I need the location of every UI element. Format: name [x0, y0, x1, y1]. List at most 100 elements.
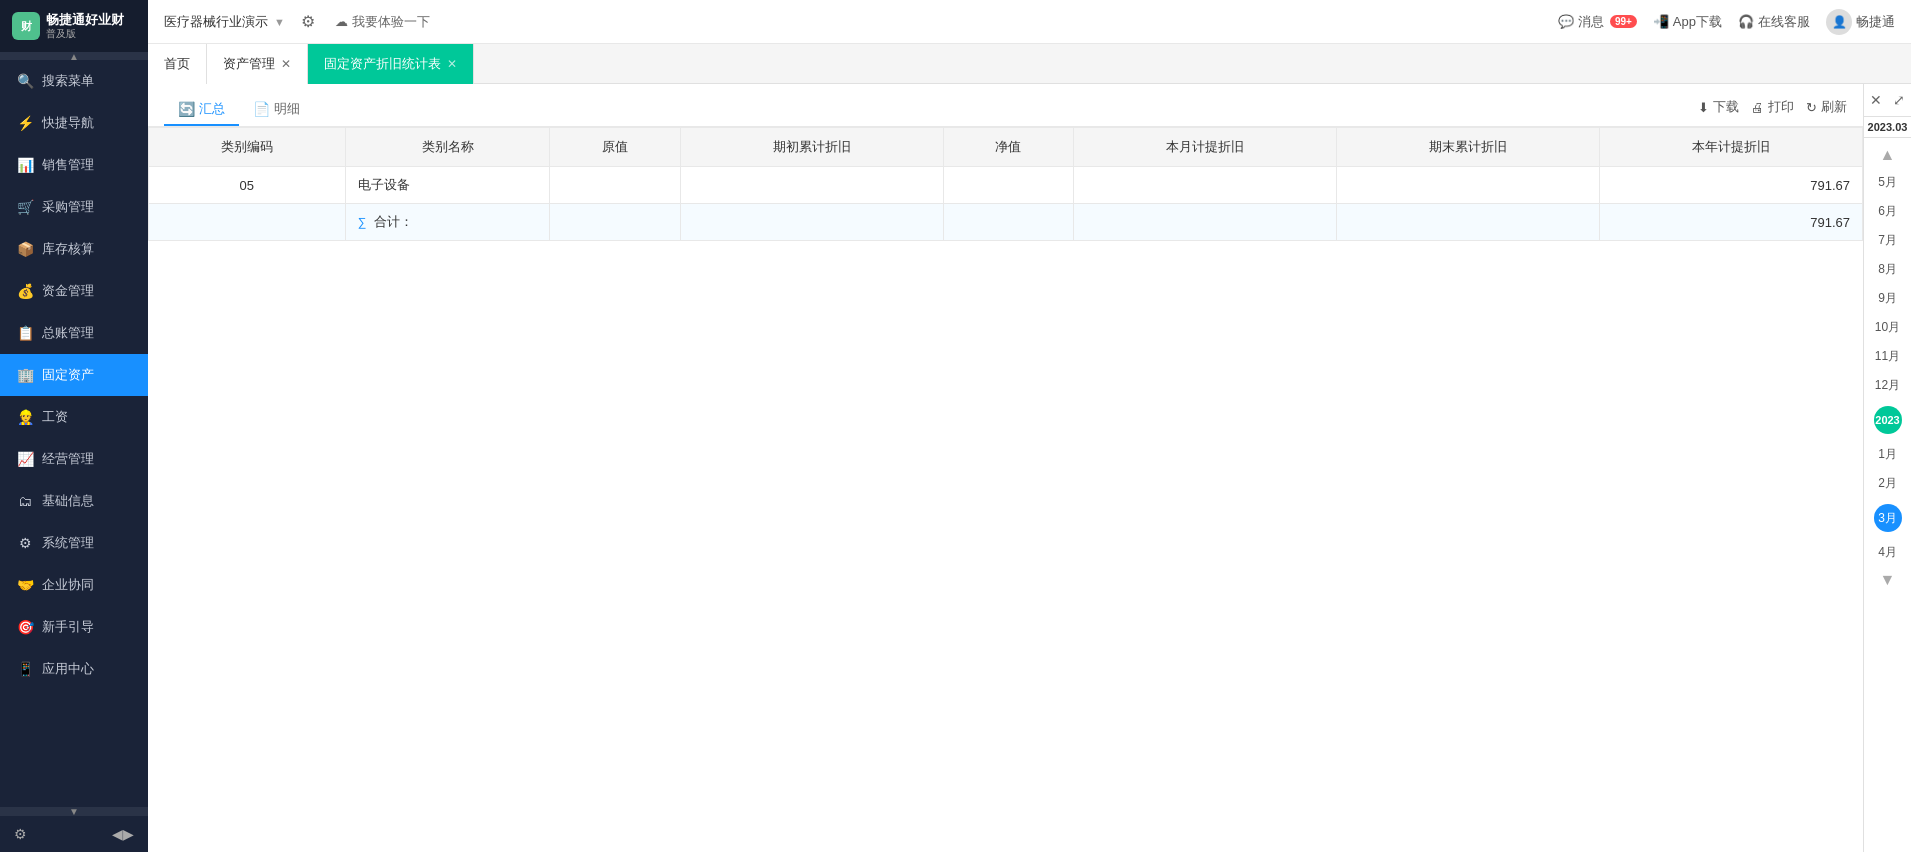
sidebar-item-salary[interactable]: 👷 工资 [0, 396, 148, 438]
month-item-2[interactable]: 2月 [1864, 469, 1911, 498]
content-main: 🔄 汇总 📄 明细 ⬇ 下载 🖨 打印 [148, 84, 1863, 852]
logo-icon: 财 [12, 12, 40, 40]
download-label: 下载 [1713, 98, 1739, 116]
summary-icon: 🔄 [178, 101, 195, 117]
tab-depreciation-label: 固定资产折旧统计表 [324, 55, 441, 73]
download-btn[interactable]: ⬇ 下载 [1698, 98, 1739, 116]
th-period-end: 期末累计折旧 [1336, 128, 1599, 167]
topbar-right: 💬 消息 99+ 📲 App下载 🎧 在线客服 👤 畅捷通 [1558, 9, 1895, 35]
panel-expand-icon[interactable]: ⤢ [1893, 92, 1905, 108]
experience-label: 我要体验一下 [352, 13, 430, 31]
online-service-btn[interactable]: 🎧 在线客服 [1738, 13, 1810, 31]
main-area: 医疗器械行业演示 ▼ ⚙ ☁ 我要体验一下 💬 消息 99+ 📲 App下载 🎧… [148, 0, 1911, 852]
salary-icon: 👷 [16, 409, 34, 425]
settings-bottom-icon[interactable]: ⚙ [14, 826, 27, 842]
app-download-btn[interactable]: 📲 App下载 [1653, 13, 1722, 31]
tab-home[interactable]: 首页 [148, 44, 207, 84]
month-item-9[interactable]: 9月 [1864, 284, 1911, 313]
month-item-1[interactable]: 1月 [1864, 440, 1911, 469]
sidebar-bottom: ⚙ ◀▶ [0, 815, 148, 852]
year-badge-row: 2023 [1864, 400, 1911, 440]
tab-asset-mgmt-close[interactable]: ✕ [281, 57, 291, 71]
total-label: ∑ 合计： [345, 204, 550, 241]
sidebar-item-ledger[interactable]: 📋 总账管理 [0, 312, 148, 354]
total-initial-acc [680, 204, 943, 241]
table-row: 05 电子设备 791.67 [149, 167, 1863, 204]
panel-year-label: 2023.03 [1864, 117, 1911, 138]
tab-depreciation-close[interactable]: ✕ [447, 57, 457, 71]
sidebar-item-system[interactable]: ⚙ 系统管理 [0, 522, 148, 564]
online-service-label: 在线客服 [1758, 13, 1810, 31]
sidebar-item-sales[interactable]: 📊 销售管理 [0, 144, 148, 186]
month-item-10[interactable]: 10月 [1864, 313, 1911, 342]
sidebar-item-appstore[interactable]: 📱 应用中心 [0, 648, 148, 690]
sub-tab-detail[interactable]: 📄 明细 [239, 94, 314, 126]
sidebar-item-search[interactable]: 🔍 搜索菜单 [0, 60, 148, 102]
avatar: 👤 [1826, 9, 1852, 35]
month-item-5[interactable]: 5月 [1864, 168, 1911, 197]
user-btn[interactable]: 👤 畅捷通 [1826, 9, 1895, 35]
tab-depreciation[interactable]: 固定资产折旧统计表 ✕ [308, 44, 474, 84]
message-label: 消息 [1578, 13, 1604, 31]
total-empty [149, 204, 346, 241]
sidebar-item-inventory[interactable]: 📦 库存核算 [0, 228, 148, 270]
refresh-icon: ↻ [1806, 100, 1817, 115]
app-download-label: App下载 [1673, 13, 1722, 31]
sidebar-scroll-down[interactable]: ▼ [0, 807, 148, 815]
sidebar-item-label: 应用中心 [42, 660, 94, 678]
logo-name: 畅捷通好业财 [46, 12, 124, 28]
row-net [943, 167, 1073, 204]
experience-btn[interactable]: ☁ 我要体验一下 [335, 13, 430, 31]
message-btn[interactable]: 💬 消息 99+ [1558, 13, 1637, 31]
sidebar-item-label: 销售管理 [42, 156, 94, 174]
sidebar-scroll-up[interactable]: ▲ [0, 52, 148, 60]
sidebar: 财 畅捷通好业财 普及版 ▲ 🔍 搜索菜单 ⚡ 快捷导航 📊 销售管理 🛒 采购… [0, 0, 148, 852]
search-icon: 🔍 [16, 73, 34, 89]
panel-close-icon[interactable]: ✕ [1870, 92, 1882, 108]
sidebar-item-operation[interactable]: 📈 经营管理 [0, 438, 148, 480]
sub-tab-summary[interactable]: 🔄 汇总 [164, 94, 239, 126]
sidebar-item-fund[interactable]: 💰 资金管理 [0, 270, 148, 312]
inventory-icon: 📦 [16, 241, 34, 257]
th-net: 净值 [943, 128, 1073, 167]
month-item-12[interactable]: 12月 [1864, 371, 1911, 400]
sidebar-item-purchase[interactable]: 🛒 采购管理 [0, 186, 148, 228]
logo-sub: 普及版 [46, 28, 124, 40]
toolbar-actions: ⬇ 下载 🖨 打印 ↻ 刷新 [1698, 98, 1847, 122]
topbar-settings-icon[interactable]: ⚙ [301, 12, 315, 31]
month-item-6[interactable]: 6月 [1864, 197, 1911, 226]
sum-icon: ∑ [358, 215, 367, 229]
fund-icon: 💰 [16, 283, 34, 299]
month-item-11[interactable]: 11月 [1864, 342, 1911, 371]
refresh-btn[interactable]: ↻ 刷新 [1806, 98, 1847, 116]
collapse-icon[interactable]: ◀▶ [112, 826, 134, 842]
year-badge[interactable]: 2023 [1874, 406, 1902, 434]
guide-icon: 🎯 [16, 619, 34, 635]
sidebar-item-fixedasset[interactable]: 🏢 固定资产 [0, 354, 148, 396]
sidebar-item-basic[interactable]: 🗂 基础信息 [0, 480, 148, 522]
month-item-7[interactable]: 7月 [1864, 226, 1911, 255]
sidebar-item-collab[interactable]: 🤝 企业协同 [0, 564, 148, 606]
row-code: 05 [149, 167, 346, 204]
company-selector[interactable]: 医疗器械行业演示 ▼ [164, 13, 285, 31]
total-original [550, 204, 680, 241]
sidebar-item-guide[interactable]: 🎯 新手引导 [0, 606, 148, 648]
month-item-3-active[interactable]: 3月 [1874, 504, 1902, 532]
panel-nav-up[interactable]: ▲ [1864, 142, 1911, 168]
month-item-4[interactable]: 4月 [1864, 538, 1911, 567]
download-icon: ⬇ [1698, 100, 1709, 115]
total-net [943, 204, 1073, 241]
purchase-icon: 🛒 [16, 199, 34, 215]
table-total-row: ∑ 合计： 791.67 [149, 204, 1863, 241]
app-logo: 财 畅捷通好业财 普及版 [0, 0, 148, 52]
panel-nav-down[interactable]: ▼ [1864, 567, 1911, 593]
company-arrow-icon: ▼ [274, 16, 285, 28]
th-name: 类别名称 [345, 128, 550, 167]
month-item-8[interactable]: 8月 [1864, 255, 1911, 284]
tab-asset-mgmt[interactable]: 资产管理 ✕ [207, 44, 308, 84]
total-period-end [1336, 204, 1599, 241]
sidebar-item-quicknav[interactable]: ⚡ 快捷导航 [0, 102, 148, 144]
print-btn[interactable]: 🖨 打印 [1751, 98, 1794, 116]
basic-icon: 🗂 [16, 493, 34, 509]
sidebar-item-label: 企业协同 [42, 576, 94, 594]
